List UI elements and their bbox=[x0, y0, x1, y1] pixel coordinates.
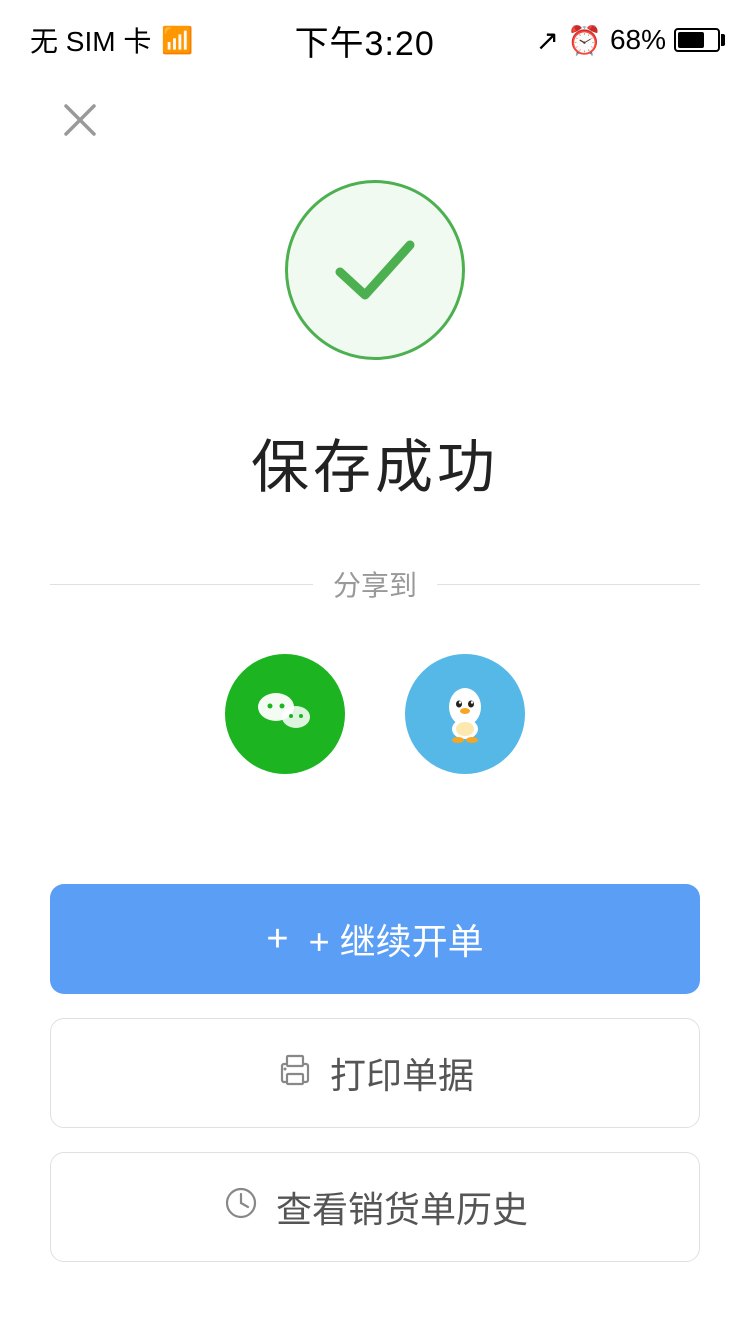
close-button[interactable] bbox=[50, 90, 110, 150]
print-label: 打印单据 bbox=[330, 1047, 474, 1099]
wifi-icon: 📶 bbox=[161, 25, 193, 56]
wechat-icon bbox=[250, 679, 320, 749]
battery-icon bbox=[674, 28, 720, 52]
continue-icon: + bbox=[266, 918, 288, 961]
share-icons bbox=[50, 654, 700, 774]
continue-button[interactable]: + + 继续开单 bbox=[50, 884, 700, 994]
divider-line-right bbox=[437, 584, 700, 585]
action-buttons: + + 继续开单 打印单据 bbox=[0, 884, 750, 1262]
close-icon bbox=[60, 100, 100, 140]
battery-fill bbox=[678, 32, 704, 48]
battery-container bbox=[674, 28, 720, 52]
wechat-share-button[interactable] bbox=[225, 654, 345, 774]
print-button[interactable]: 打印单据 bbox=[50, 1018, 700, 1128]
divider-line-left bbox=[50, 584, 313, 585]
history-label: 查看销货单历史 bbox=[276, 1181, 528, 1233]
continue-label: + 继续开单 bbox=[309, 913, 484, 965]
share-section: 分享到 bbox=[0, 564, 750, 794]
status-bar: 无 SIM 卡 📶 下午3:20 ↗ ⏰ 68% bbox=[0, 0, 750, 80]
main-content: 保存成功 分享到 bbox=[0, 80, 750, 1262]
status-time: 下午3:20 bbox=[295, 16, 435, 65]
success-circle bbox=[285, 180, 465, 360]
history-button[interactable]: 查看销货单历史 bbox=[50, 1152, 700, 1262]
checkmark-icon bbox=[330, 230, 420, 310]
alarm-icon: ⏰ bbox=[567, 24, 602, 57]
success-title: 保存成功 bbox=[251, 420, 499, 504]
share-divider: 分享到 bbox=[50, 564, 700, 604]
qq-share-button[interactable] bbox=[405, 654, 525, 774]
share-label: 分享到 bbox=[333, 564, 417, 604]
carrier-text: 无 SIM 卡 bbox=[30, 20, 151, 60]
qq-icon bbox=[430, 679, 500, 749]
status-right: ↗ ⏰ 68% bbox=[536, 24, 720, 57]
print-icon bbox=[276, 1050, 314, 1097]
history-icon bbox=[222, 1184, 260, 1231]
location-icon: ↗ bbox=[536, 24, 559, 57]
battery-percent: 68% bbox=[610, 24, 666, 56]
status-left: 无 SIM 卡 📶 bbox=[30, 20, 194, 60]
